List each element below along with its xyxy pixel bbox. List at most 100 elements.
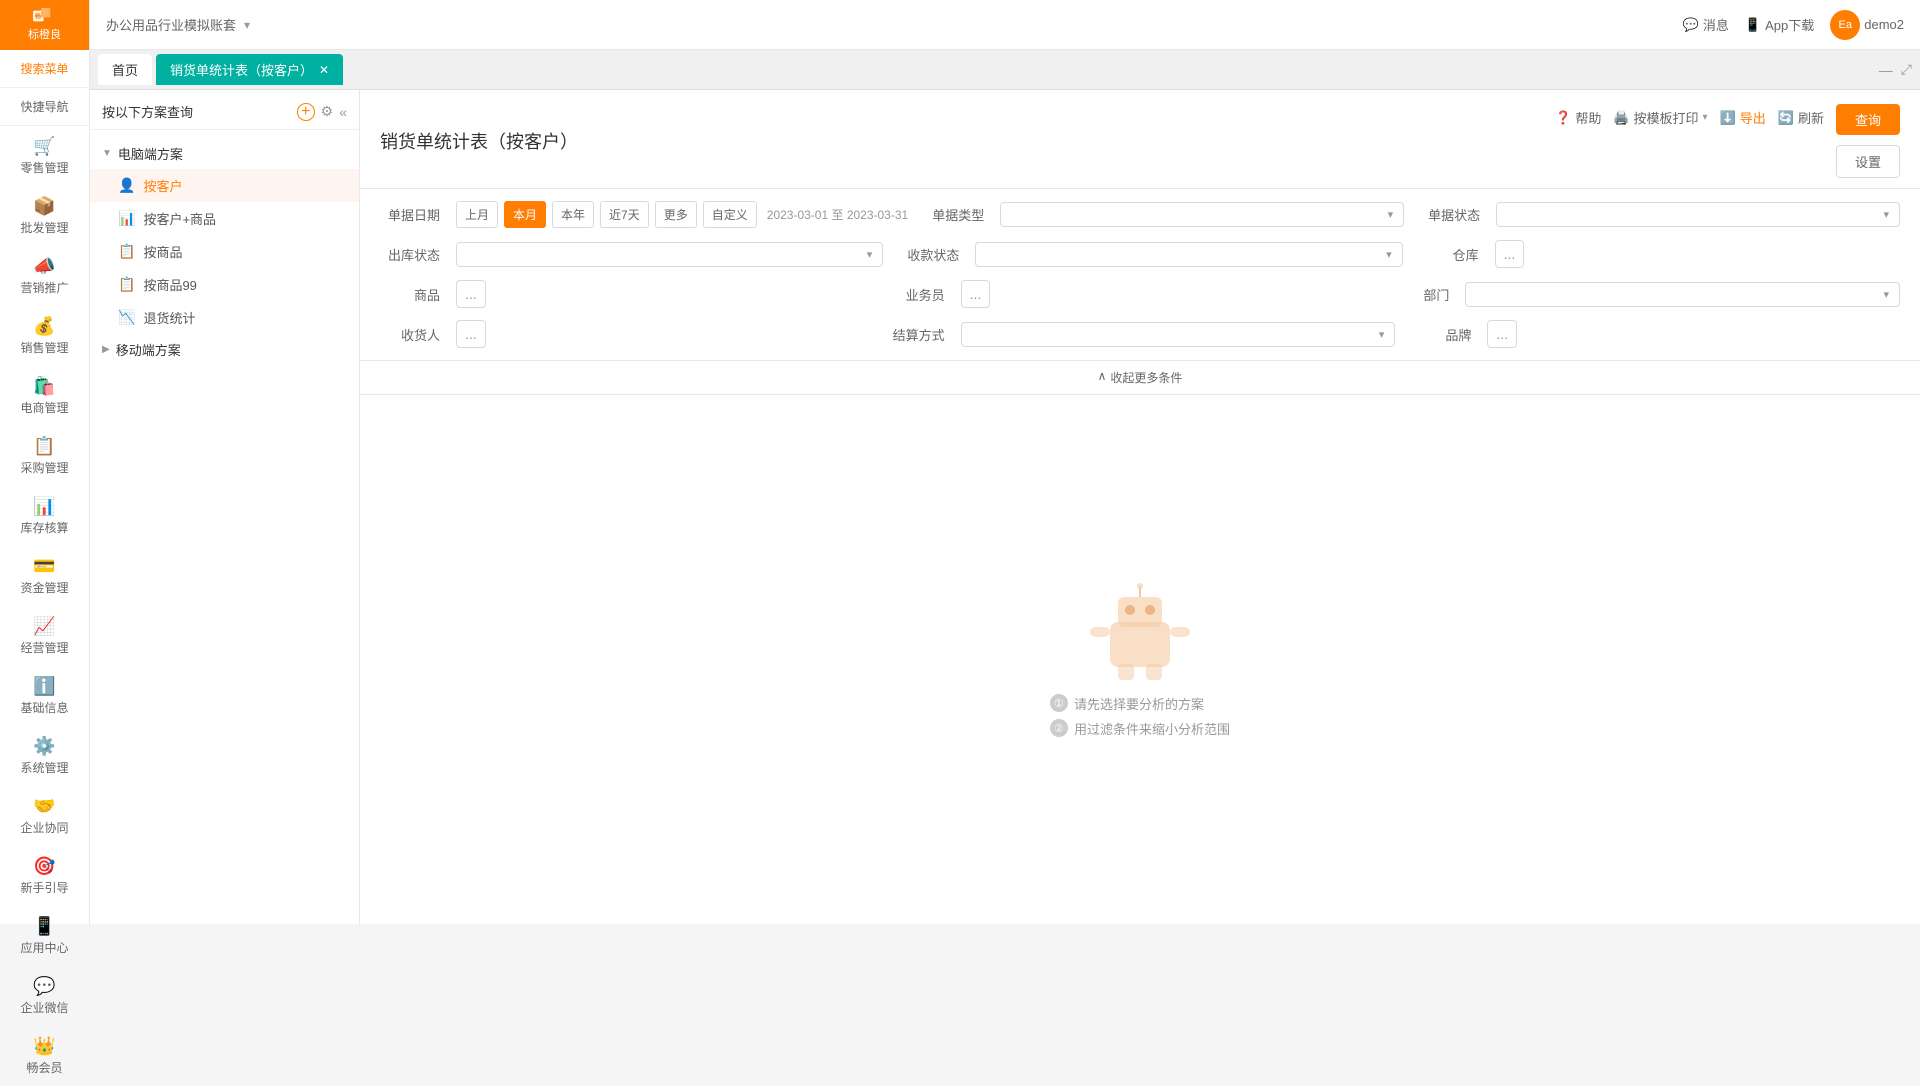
sidebar-item-appcenter[interactable]: 📱 应用中心 xyxy=(0,906,89,966)
tree-item-by-customer[interactable]: 👤 按客户 xyxy=(90,169,359,202)
tree-item-by-product[interactable]: 📋 按商品 xyxy=(90,235,359,268)
sidebar-item-inventory[interactable]: 📊 库存核算 xyxy=(0,486,89,546)
brand-filter-group: ... xyxy=(1487,320,1900,348)
type-filter-label: 单据类型 xyxy=(924,205,984,224)
collapse-more-conditions-btn[interactable]: ∧ 收起更多条件 xyxy=(360,361,1920,395)
page-title: 销货单统计表（按客户） xyxy=(380,128,578,154)
sidebar-item-ecommerce[interactable]: 🛍️ 电商管理 xyxy=(0,366,89,426)
tab-home[interactable]: 首页 xyxy=(98,54,152,85)
empty-tip-1: ① 请先选择要分析的方案 xyxy=(1050,694,1230,713)
message-label: 消息 xyxy=(1703,15,1729,34)
out-filter-label: 出库状态 xyxy=(380,245,440,264)
user-menu[interactable]: Ea demo2 xyxy=(1830,10,1904,40)
page-actions-area: ❓ 帮助 🖨️ 按模板打印 ▾ ⬇️ 导出 xyxy=(1555,104,1900,178)
salesperson-ellipsis-btn[interactable]: ... xyxy=(961,280,991,308)
shortcut-nav-btn[interactable]: 快捷导航 xyxy=(0,88,89,126)
department-filter-label: 部门 xyxy=(1389,285,1449,304)
finance-icon: 💳 xyxy=(33,556,55,577)
product-ellipsis-btn[interactable]: ... xyxy=(456,280,486,308)
industry-arrow-icon[interactable]: ▾ xyxy=(244,18,250,32)
user-name: demo2 xyxy=(1864,17,1904,32)
settings-btn[interactable]: 设置 xyxy=(1836,145,1900,178)
date-btn-this-month[interactable]: 本月 xyxy=(504,201,546,228)
sidebar-item-basic[interactable]: ℹ️ 基础信息 xyxy=(0,666,89,726)
sidebar-item-member[interactable]: 👑 畅会员 xyxy=(0,1026,89,1086)
scheme-settings-btn[interactable]: ⚙ xyxy=(321,103,334,120)
warehouse-filter-label: 仓库 xyxy=(1419,245,1479,264)
left-panel: 按以下方案查询 + ⚙ « ▼ 电脑端方案 👤 按客户 📊 xyxy=(90,90,360,924)
status-select[interactable]: ▾ xyxy=(1496,202,1900,227)
sidebar-item-newbie[interactable]: 🎯 新手引导 xyxy=(0,846,89,906)
product-filter-label: 商品 xyxy=(380,285,440,304)
sidebar-item-label-system: 系统管理 xyxy=(20,759,68,776)
tree-mobile-parent[interactable]: ▶ 移动端方案 xyxy=(90,334,359,365)
sidebar-item-retail[interactable]: 🛒 零售管理 xyxy=(0,126,89,186)
left-panel-title: 按以下方案查询 xyxy=(102,102,193,121)
page-title-row: 销货单统计表（按客户） ❓ 帮助 🖨️ 按模板打印 ▾ xyxy=(380,104,1900,178)
purchase-icon: 📋 xyxy=(33,436,55,457)
sidebar-item-system[interactable]: ⚙️ 系统管理 xyxy=(0,726,89,786)
out-select[interactable]: ▾ xyxy=(456,242,883,267)
type-select-arrow-icon: ▾ xyxy=(1388,208,1394,221)
sidebar-item-label-wholesale: 批发管理 xyxy=(20,219,68,236)
receipt-select[interactable]: ▾ xyxy=(975,242,1402,267)
sidebar-item-sales[interactable]: 💰 销售管理 xyxy=(0,306,89,366)
brand-ellipsis-btn[interactable]: ... xyxy=(1487,320,1517,348)
header: 办公用品行业模拟账套 ▾ 💬 消息 📱 App下载 Ea demo2 xyxy=(90,0,1920,50)
sidebar-item-label-member: 畅会员 xyxy=(26,1059,62,1076)
tree-item-return-stats[interactable]: 📉 退货统计 xyxy=(90,301,359,334)
payment-select[interactable]: ▾ xyxy=(961,322,1396,347)
app-subtitle: 标橙良 xyxy=(28,26,61,42)
sidebar-item-wholesale[interactable]: 📦 批发管理 xyxy=(0,186,89,246)
by-product-99-icon: 📋 xyxy=(118,276,135,293)
tree-desktop-arrow-icon: ▼ xyxy=(102,148,112,159)
print-icon: 🖨️ xyxy=(1613,110,1629,126)
department-select[interactable]: ▾ xyxy=(1465,282,1900,307)
download-icon: 📱 xyxy=(1745,17,1761,33)
tree-desktop-group: ▼ 电脑端方案 👤 按客户 📊 按客户+商品 📋 按商品 📋 按商品 xyxy=(90,138,359,334)
refresh-btn[interactable]: 🔄 刷新 xyxy=(1778,108,1824,127)
minimize-window-btn[interactable]: — xyxy=(1879,62,1893,78)
tree-item-by-customer-product[interactable]: 📊 按客户+商品 xyxy=(90,202,359,235)
wechat-icon: 💬 xyxy=(33,976,55,997)
sidebar-item-finance[interactable]: 💳 资金管理 xyxy=(0,546,89,606)
receiver-ellipsis-btn[interactable]: ... xyxy=(456,320,486,348)
search-menu-btn[interactable]: 搜索菜单 xyxy=(0,50,89,88)
tab-close-icon[interactable]: ✕ xyxy=(319,63,329,77)
filter-row-3: 商品 ... 业务员 ... 部门 ▾ xyxy=(380,280,1900,308)
date-btn-more[interactable]: 更多 xyxy=(655,201,697,228)
tabs-bar: 首页 销货单统计表（按客户） ✕ — ⤢ xyxy=(90,50,1920,90)
export-icon: ⬇️ xyxy=(1720,110,1736,126)
sidebar-item-marketing[interactable]: 📣 营销推广 xyxy=(0,246,89,306)
message-btn[interactable]: 💬 消息 xyxy=(1683,15,1729,34)
print-arrow-icon: ▾ xyxy=(1703,112,1708,123)
date-btn-this-year[interactable]: 本年 xyxy=(552,201,594,228)
status-filter-label: 单据状态 xyxy=(1420,205,1480,224)
query-btn[interactable]: 查询 xyxy=(1836,104,1900,135)
print-btn[interactable]: 🖨️ 按模板打印 ▾ xyxy=(1613,108,1707,127)
tab-sales-stats[interactable]: 销货单统计表（按客户） ✕ xyxy=(156,54,343,85)
tip-2-text: 用过滤条件来缩小分析范围 xyxy=(1074,719,1230,738)
app-download-btn[interactable]: 📱 App下载 xyxy=(1745,15,1814,34)
collapse-panel-btn[interactable]: « xyxy=(339,104,347,120)
add-scheme-btn[interactable]: + xyxy=(297,103,315,121)
warehouse-ellipsis-btn[interactable]: ... xyxy=(1495,240,1525,268)
date-btn-custom[interactable]: 自定义 xyxy=(703,201,757,228)
sidebar: 畅 标橙良 搜索菜单 快捷导航 🛒 零售管理 📦 批发管理 📣 营销推广 💰 销… xyxy=(0,0,90,924)
tree-item-by-product-label: 按商品 xyxy=(143,242,182,261)
export-btn[interactable]: ⬇️ 导出 xyxy=(1720,108,1766,127)
sidebar-item-purchase[interactable]: 📋 采购管理 xyxy=(0,426,89,486)
date-btn-7days[interactable]: 近7天 xyxy=(600,201,649,228)
tree-item-by-product-99[interactable]: 📋 按商品99 xyxy=(90,268,359,301)
tree-desktop-parent[interactable]: ▼ 电脑端方案 xyxy=(90,138,359,169)
sales-icon: 💰 xyxy=(33,316,55,337)
sidebar-item-operation[interactable]: 📈 经营管理 xyxy=(0,606,89,666)
salesperson-filter-label: 业务员 xyxy=(885,285,945,304)
expand-window-btn[interactable]: ⤢ xyxy=(1901,61,1912,78)
help-btn[interactable]: ❓ 帮助 xyxy=(1555,108,1601,127)
receipt-filter-label: 收款状态 xyxy=(899,245,959,264)
sidebar-item-cooperation[interactable]: 🤝 企业协同 xyxy=(0,786,89,846)
date-btn-last-month[interactable]: 上月 xyxy=(456,201,498,228)
sidebar-item-wechat[interactable]: 💬 企业微信 xyxy=(0,966,89,1026)
type-select[interactable]: ▾ xyxy=(1000,202,1404,227)
